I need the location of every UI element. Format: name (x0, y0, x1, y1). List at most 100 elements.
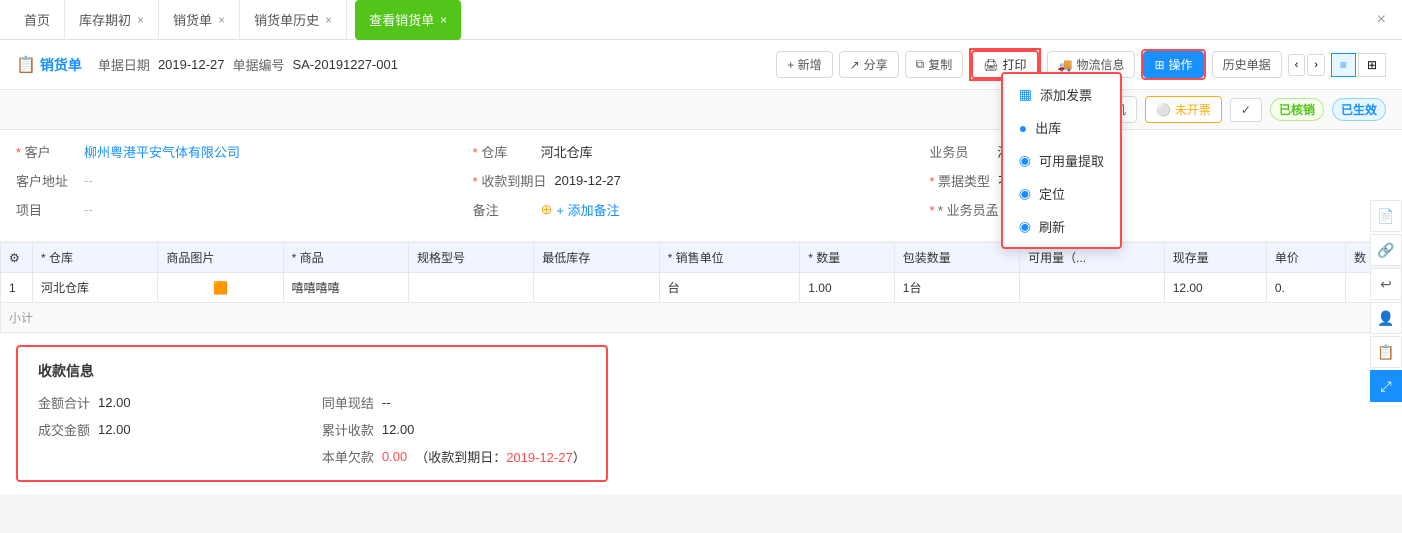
project-field: 项目 -- (16, 200, 473, 219)
table-container: ⚙ * 仓库 商品图片 * 商品 规格型号 最低库存 * 销售单位 * 数量 包… (0, 242, 1402, 333)
warehouse-value: 河北仓库 (541, 142, 593, 161)
stock-col-header: 现存量 (1164, 243, 1266, 273)
project-label: 项目 (16, 200, 76, 219)
locate-icon: ◉ (1019, 185, 1031, 202)
window-close-button[interactable]: × (1371, 11, 1392, 29)
operate-button[interactable]: ⊞ 操作 (1143, 51, 1203, 78)
address-label: 客户地址 (16, 171, 76, 190)
total-row: 金额合计 12.00 (38, 393, 302, 412)
doc-header: 📋 销货单 单据日期 2019-12-27 单据编号 SA-20191227-0… (0, 40, 1402, 90)
nav-arrows: ‹ › (1288, 54, 1325, 76)
share-icon: ↗ (850, 58, 860, 72)
dropdown-menu: ▦ 添加发票 ● 出库 ◉ 可用量提取 ◉ 定位 ◉ 刷新 (1001, 72, 1122, 249)
subtotal-label: 小计 (1, 303, 1402, 333)
row-qty: 1.00 (800, 273, 894, 303)
add-invoice-icon: ▦ (1019, 86, 1032, 103)
row-product: 嘻嘻嘻嘻 (283, 273, 408, 303)
tab-bar: 首页 库存期初 × 销货单 × 销货单历史 × 查看销货单 × × (0, 0, 1402, 40)
doc-meta: 单据日期 2019-12-27 单据编号 SA-20191227-001 (98, 55, 398, 74)
payment-info: 收款信息 金额合计 12.00 同单现结 -- 成交金额 12.00 (16, 345, 608, 482)
due-date-label: 收款到期日 (473, 171, 547, 190)
unit-col-header: * 销售单位 (659, 243, 800, 273)
subtotal-row: 小计 (1, 303, 1402, 333)
add-note-button[interactable]: ⊕ + 添加备注 (541, 200, 620, 219)
row-stock: 12.00 (1164, 273, 1266, 303)
menu-item-available[interactable]: ◉ 可用量提取 (1003, 144, 1120, 177)
amount-row: 成交金额 12.00 (38, 420, 302, 439)
tab-sales-order[interactable]: 销货单 × (159, 0, 240, 40)
row-warehouse: 河北仓库 (33, 273, 158, 303)
outbound-icon: ● (1019, 120, 1027, 136)
copy-button[interactable]: ⧉ 复制 (905, 51, 964, 78)
copy-icon: ⧉ (916, 57, 925, 72)
staff2-field: * 业务员孟 -- (929, 200, 1386, 219)
doc-date: 2019-12-27 (158, 57, 225, 72)
tab-sales-history[interactable]: 销货单历史 × (240, 0, 347, 40)
right-panel-back-btn[interactable]: ↩ (1370, 268, 1402, 300)
prev-button[interactable]: ‹ (1288, 54, 1306, 76)
payment-grid: 金额合计 12.00 同单现结 -- 成交金额 12.00 累计收款 12.00 (38, 393, 586, 466)
payment-title: 收款信息 (38, 361, 586, 381)
right-panel-user-btn[interactable]: 👤 (1370, 302, 1402, 334)
menu-item-locate[interactable]: ◉ 定位 (1003, 177, 1120, 210)
menu-item-refresh[interactable]: ◉ 刷新 (1003, 210, 1120, 243)
grid-view-button[interactable]: ⊞ (1358, 53, 1386, 77)
tab-inventory-init[interactable]: 库存期初 × (65, 0, 159, 40)
refresh-icon: ◉ (1019, 218, 1031, 235)
customer-value[interactable]: 柳州粤港平安气体有限公司 (84, 142, 240, 161)
new-button[interactable]: + 新增 (776, 51, 832, 78)
form-row-3: 项目 -- 备注 ⊕ + 添加备注 * 业务员孟 -- (16, 200, 1386, 219)
list-view-button[interactable]: ≡ (1331, 53, 1356, 77)
add-note-icon: ⊕ (541, 201, 553, 218)
min-stock-col-header: 最低库存 (534, 243, 659, 273)
right-panel-list-btn[interactable]: 📋 (1370, 336, 1402, 368)
spec-col-header: 规格型号 (408, 243, 533, 273)
tab-close-history[interactable]: × (325, 13, 332, 27)
price-col-header: 单价 (1266, 243, 1345, 273)
tab-view-sales[interactable]: 查看销货单 × (355, 0, 462, 40)
settings-col-header: ⚙ (1, 243, 33, 273)
right-panel: 📄 🔗 ↩ 👤 📋 ⤢ (1370, 200, 1402, 402)
status-row: 📱 来自手机 ⚪ 未开票 ✓ 已核销 已生效 (0, 90, 1402, 130)
settle-row: 同单现结 -- (322, 393, 586, 412)
image-col-header: 商品图片 (158, 243, 283, 273)
right-panel-link-btn[interactable]: 🔗 (1370, 234, 1402, 266)
menu-item-outbound[interactable]: ● 出库 (1003, 111, 1120, 144)
note-field: 备注 ⊕ + 添加备注 (473, 200, 930, 219)
menu-item-add-invoice[interactable]: ▦ 添加发票 (1003, 78, 1120, 111)
table-header: ⚙ * 仓库 商品图片 * 商品 规格型号 最低库存 * 销售单位 * 数量 包… (1, 243, 1402, 273)
row-image: 🟧 (158, 273, 283, 303)
share-button[interactable]: ↗ 分享 (839, 51, 899, 78)
tab-close-sales[interactable]: × (218, 13, 225, 27)
tab-home[interactable]: 首页 (10, 0, 65, 40)
data-table: ⚙ * 仓库 商品图片 * 商品 规格型号 最低库存 * 销售单位 * 数量 包… (0, 242, 1402, 333)
logistics-icon: 🚚 (1058, 58, 1073, 72)
tab-close-inventory[interactable]: × (137, 13, 144, 27)
right-panel-doc-btn[interactable]: 📄 (1370, 200, 1402, 232)
invoice-status-btn[interactable]: ⚪ 未开票 (1145, 96, 1222, 123)
customer-label: 客户 (16, 142, 76, 161)
invoice-icon: ⚪ (1156, 103, 1171, 117)
form-row-2: 客户地址 -- 收款到期日 2019-12-27 票据类型 不开票 (16, 171, 1386, 190)
check-icon: ✓ (1241, 103, 1251, 117)
cumulative-row: 累计收款 12.00 (322, 420, 586, 439)
right-panel-expand-btn[interactable]: ⤢ (1370, 370, 1402, 402)
header-row: ⚙ * 仓库 商品图片 * 商品 规格型号 最低库存 * 销售单位 * 数量 包… (1, 243, 1402, 273)
history-button[interactable]: 历史单据 (1212, 51, 1282, 78)
warehouse-field: 仓库 河北仓库 (473, 142, 930, 161)
staff-label: 业务员 (929, 142, 989, 161)
row-pack-qty: 1台 (894, 273, 1019, 303)
table-row: 1 河北仓库 🟧 嘻嘻嘻嘻 台 1.00 1台 12.00 0. (1, 273, 1402, 303)
doc-icon: 📋 (16, 55, 36, 75)
tab-close-view[interactable]: × (440, 13, 447, 27)
next-button[interactable]: › (1307, 54, 1325, 76)
doc-title: 📋 销货单 (16, 55, 82, 75)
row-num: 1 (1, 273, 33, 303)
address-value: -- (84, 173, 93, 188)
main-content: 📋 销货单 单据日期 2019-12-27 单据编号 SA-20191227-0… (0, 40, 1402, 494)
check-status-btn[interactable]: ✓ (1230, 98, 1262, 122)
form-row-1: 客户 柳州粤港平安气体有限公司 仓库 河北仓库 业务员 演示账号 (16, 142, 1386, 161)
row-price: 0. (1266, 273, 1345, 303)
due-date-field: 收款到期日 2019-12-27 (473, 171, 930, 190)
customer-field: 客户 柳州粤港平安气体有限公司 (16, 142, 473, 161)
